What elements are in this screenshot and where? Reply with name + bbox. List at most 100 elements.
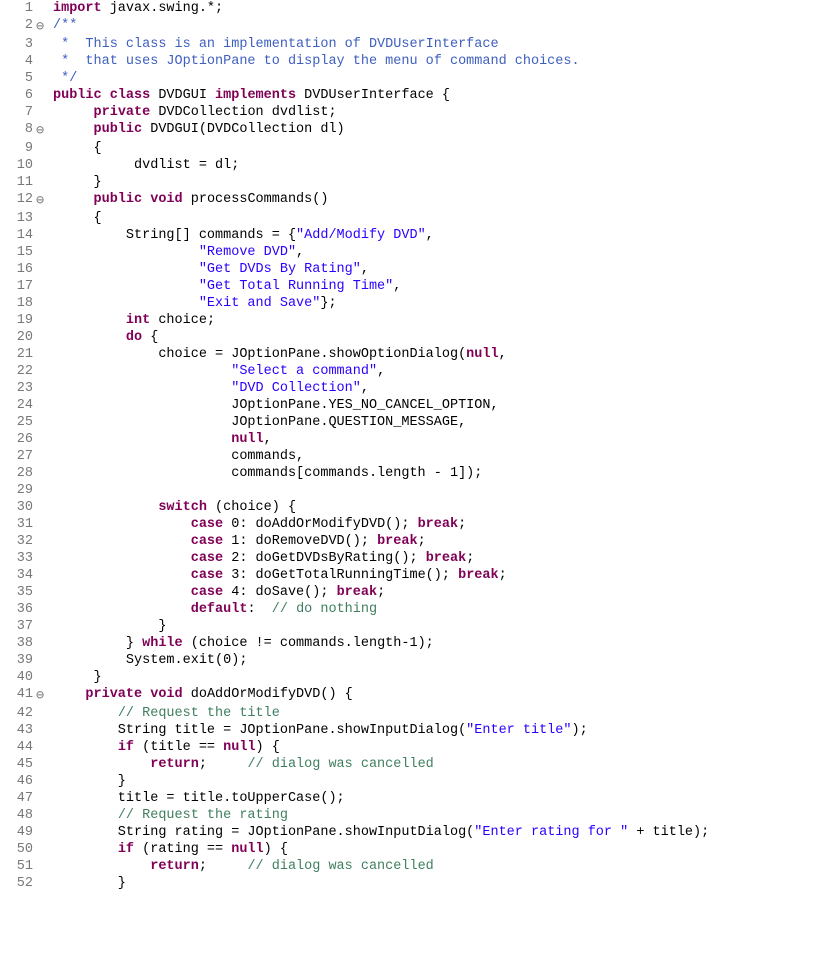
line-number: 28 [0, 465, 35, 482]
code-content[interactable]: } [51, 875, 835, 892]
code-line: 43 String title = JOptionPane.showInputD… [0, 722, 835, 739]
line-number: 16 [0, 261, 35, 278]
code-line: 13 { [0, 210, 835, 227]
code-content[interactable]: case 4: doSave(); break; [51, 584, 835, 601]
fold-marker [35, 858, 51, 875]
line-number: 45 [0, 756, 35, 773]
code-content[interactable]: { [51, 140, 835, 157]
code-line: 26 null, [0, 431, 835, 448]
code-content[interactable]: title = title.toUpperCase(); [51, 790, 835, 807]
fold-marker[interactable]: ⊖ [35, 191, 51, 210]
code-content[interactable]: JOptionPane.QUESTION_MESSAGE, [51, 414, 835, 431]
code-content[interactable]: commands[commands.length - 1]); [51, 465, 835, 482]
code-content[interactable]: "Get Total Running Time", [51, 278, 835, 295]
code-editor: 1import javax.swing.*;2⊖/**3 * This clas… [0, 0, 835, 892]
code-content[interactable]: * This class is an implementation of DVD… [51, 36, 835, 53]
code-content[interactable]: String title = JOptionPane.showInputDial… [51, 722, 835, 739]
code-content[interactable]: * that uses JOptionPane to display the m… [51, 53, 835, 70]
code-content[interactable]: */ [51, 70, 835, 87]
code-content[interactable]: "Get DVDs By Rating", [51, 261, 835, 278]
code-content[interactable]: choice = JOptionPane.showOptionDialog(nu… [51, 346, 835, 363]
code-line: 11 } [0, 174, 835, 191]
line-number: 18 [0, 295, 35, 312]
code-content[interactable]: private DVDCollection dvdlist; [51, 104, 835, 121]
fold-marker [35, 773, 51, 790]
code-content[interactable]: } [51, 618, 835, 635]
line-number: 38 [0, 635, 35, 652]
code-content[interactable]: } [51, 669, 835, 686]
code-line: 22 "Select a command", [0, 363, 835, 380]
code-content[interactable]: do { [51, 329, 835, 346]
line-number: 11 [0, 174, 35, 191]
code-content[interactable] [51, 482, 835, 499]
code-content[interactable]: String rating = JOptionPane.showInputDia… [51, 824, 835, 841]
code-content[interactable]: case 1: doRemoveDVD(); break; [51, 533, 835, 550]
code-content[interactable]: private void doAddOrModifyDVD() { [51, 686, 835, 705]
code-line: 30 switch (choice) { [0, 499, 835, 516]
code-content[interactable]: return; // dialog was cancelled [51, 756, 835, 773]
fold-marker [35, 380, 51, 397]
fold-marker[interactable]: ⊖ [35, 121, 51, 140]
code-content[interactable]: // Request the rating [51, 807, 835, 824]
line-number: 2 [0, 17, 35, 36]
fold-marker [35, 705, 51, 722]
line-number: 7 [0, 104, 35, 121]
code-content[interactable]: switch (choice) { [51, 499, 835, 516]
code-content[interactable]: case 2: doGetDVDsByRating(); break; [51, 550, 835, 567]
line-number: 36 [0, 601, 35, 618]
code-content[interactable]: import javax.swing.*; [51, 0, 835, 17]
code-content[interactable]: case 3: doGetTotalRunningTime(); break; [51, 567, 835, 584]
code-content[interactable]: default: // do nothing [51, 601, 835, 618]
code-content[interactable]: dvdlist = dl; [51, 157, 835, 174]
fold-marker [35, 210, 51, 227]
fold-marker [35, 53, 51, 70]
code-content[interactable]: } while (choice != commands.length-1); [51, 635, 835, 652]
code-content[interactable]: "Select a command", [51, 363, 835, 380]
code-content[interactable]: public void processCommands() [51, 191, 835, 210]
fold-marker [35, 363, 51, 380]
line-number: 23 [0, 380, 35, 397]
code-content[interactable]: System.exit(0); [51, 652, 835, 669]
fold-marker [35, 104, 51, 121]
line-number: 25 [0, 414, 35, 431]
code-line: 37 } [0, 618, 835, 635]
code-line: 29 [0, 482, 835, 499]
code-content[interactable]: // Request the title [51, 705, 835, 722]
code-content[interactable]: /** [51, 17, 835, 36]
code-line: 15 "Remove DVD", [0, 244, 835, 261]
code-content[interactable]: } [51, 174, 835, 191]
code-content[interactable]: int choice; [51, 312, 835, 329]
code-content[interactable]: if (rating == null) { [51, 841, 835, 858]
code-content[interactable]: public DVDGUI(DVDCollection dl) [51, 121, 835, 140]
code-content[interactable]: return; // dialog was cancelled [51, 858, 835, 875]
fold-marker [35, 140, 51, 157]
code-content[interactable]: } [51, 773, 835, 790]
line-number: 12 [0, 191, 35, 210]
fold-marker [35, 244, 51, 261]
code-content[interactable]: if (title == null) { [51, 739, 835, 756]
fold-marker [35, 312, 51, 329]
line-number: 27 [0, 448, 35, 465]
code-content[interactable]: "Remove DVD", [51, 244, 835, 261]
code-line: 34 case 3: doGetTotalRunningTime(); brea… [0, 567, 835, 584]
code-line: 51 return; // dialog was cancelled [0, 858, 835, 875]
code-content[interactable]: commands, [51, 448, 835, 465]
code-line: 19 int choice; [0, 312, 835, 329]
code-content[interactable]: { [51, 210, 835, 227]
code-line: 1import javax.swing.*; [0, 0, 835, 17]
fold-marker[interactable]: ⊖ [35, 686, 51, 705]
fold-marker[interactable]: ⊖ [35, 17, 51, 36]
fold-marker [35, 482, 51, 499]
line-number: 35 [0, 584, 35, 601]
code-content[interactable]: public class DVDGUI implements DVDUserIn… [51, 87, 835, 104]
line-number: 40 [0, 669, 35, 686]
code-content[interactable]: "Exit and Save"}; [51, 295, 835, 312]
code-content[interactable]: JOptionPane.YES_NO_CANCEL_OPTION, [51, 397, 835, 414]
code-line: 45 return; // dialog was cancelled [0, 756, 835, 773]
code-content[interactable]: null, [51, 431, 835, 448]
code-line: 35 case 4: doSave(); break; [0, 584, 835, 601]
code-content[interactable]: String[] commands = {"Add/Modify DVD", [51, 227, 835, 244]
code-content[interactable]: case 0: doAddOrModifyDVD(); break; [51, 516, 835, 533]
code-content[interactable]: "DVD Collection", [51, 380, 835, 397]
fold-marker [35, 448, 51, 465]
